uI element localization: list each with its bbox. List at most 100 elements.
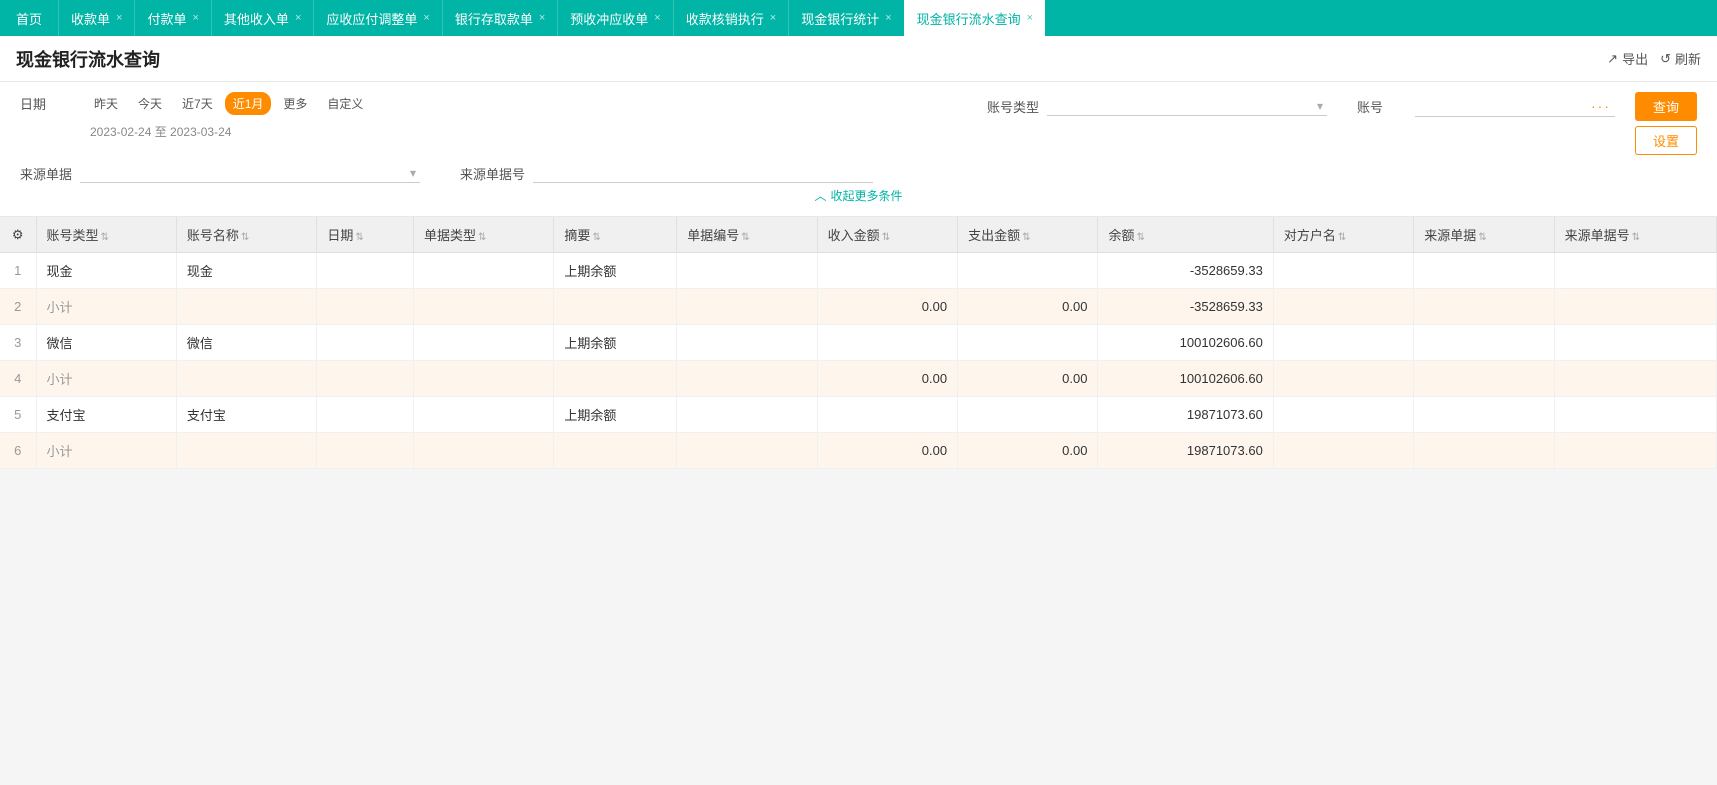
table-row: 2小计0.000.00-3528659.33 — [0, 289, 1717, 325]
sort-icon: ⇅ — [241, 232, 249, 243]
th-counterpart[interactable]: 对方户名⇅ — [1273, 217, 1413, 253]
cell-source_doc_no — [1554, 361, 1716, 397]
cell-account_name — [176, 289, 316, 325]
cell-doc_no — [677, 325, 817, 361]
cell-income — [817, 397, 957, 433]
th-gear[interactable]: ⚙ — [0, 217, 36, 253]
source-doc-select[interactable]: ▾ — [80, 164, 420, 183]
source-doc-no-input[interactable] — [533, 163, 873, 183]
close-icon[interactable]: × — [885, 12, 891, 24]
date-option-近7天[interactable]: 近7天 — [174, 92, 221, 115]
th-summary[interactable]: 摘要⇅ — [554, 217, 677, 253]
cell-doc_no — [677, 397, 817, 433]
settings-button[interactable]: 设置 — [1635, 126, 1697, 155]
header-row: ⚙账号类型⇅账号名称⇅日期⇅单据类型⇅摘要⇅单据编号⇅收入金额⇅支出金额⇅余额⇅… — [0, 217, 1717, 253]
cell-summary — [554, 361, 677, 397]
date-range: 2023-02-24 至 2023-03-24 — [90, 125, 231, 139]
filter-area: 日期昨天今天近7天近1月更多自定义2023-02-24 至 2023-03-24… — [0, 82, 1717, 217]
cell-doc_type — [413, 397, 553, 433]
nav-tab-label: 现金银行统计 — [801, 9, 879, 28]
nav-tab-5[interactable]: 预收冲应收单× — [557, 0, 672, 36]
th-label-account_name: 账号名称 — [187, 228, 239, 243]
nav-tab-7[interactable]: 现金银行统计 × — [788, 0, 903, 36]
th-account_name[interactable]: 账号名称⇅ — [176, 217, 316, 253]
th-expense[interactable]: 支出金额⇅ — [958, 217, 1098, 253]
th-label-counterpart: 对方户名 — [1284, 228, 1336, 243]
close-icon[interactable]: × — [295, 12, 301, 24]
cell-balance: -3528659.33 — [1098, 253, 1273, 289]
cell-doc_type — [413, 253, 553, 289]
close-icon[interactable]: × — [1027, 12, 1033, 24]
cell-source_doc_no — [1554, 433, 1716, 469]
chevron-up-icon: ︿ — [814, 187, 826, 204]
cell-num: 2 — [0, 289, 36, 325]
chevron-down-icon: ▾ — [410, 166, 416, 180]
nav-tab-0[interactable]: 收款单× — [58, 0, 134, 36]
top-navigation: 首页 收款单×付款单×其他收入单×应收应付调整单×银行存取款单×预收冲应收单×收… — [0, 0, 1717, 36]
cell-date — [317, 325, 414, 361]
cell-income: 0.00 — [817, 361, 957, 397]
cell-income: 0.00 — [817, 433, 957, 469]
refresh-label: 刷新 — [1675, 49, 1701, 68]
cell-date — [317, 397, 414, 433]
th-income[interactable]: 收入金额⇅ — [817, 217, 957, 253]
date-option-今天[interactable]: 今天 — [130, 92, 170, 115]
refresh-icon: ↺ — [1660, 51, 1671, 67]
date-option-近1月[interactable]: 近1月 — [225, 92, 272, 115]
close-icon[interactable]: × — [539, 12, 545, 24]
cell-counterpart — [1273, 361, 1413, 397]
th-source_doc[interactable]: 来源单据⇅ — [1414, 217, 1554, 253]
account-no-label: 账号 — [1357, 97, 1407, 116]
nav-tab-8[interactable]: 现金银行流水查询× — [904, 0, 1045, 36]
sort-icon: ⇅ — [1338, 232, 1346, 243]
close-icon[interactable]: × — [654, 12, 660, 24]
cell-summary — [554, 289, 677, 325]
close-icon[interactable]: × — [423, 12, 429, 24]
account-no-input[interactable]: ··· — [1415, 96, 1615, 117]
nav-tab-1[interactable]: 付款单× — [134, 0, 210, 36]
th-doc_no[interactable]: 单据编号⇅ — [677, 217, 817, 253]
collapse-bar[interactable]: ︿收起更多条件 — [20, 183, 1697, 206]
close-icon[interactable]: × — [192, 12, 198, 24]
cell-doc_no — [677, 253, 817, 289]
sort-icon: ⇅ — [101, 232, 109, 243]
date-option-更多[interactable]: 更多 — [275, 92, 315, 115]
th-source_doc_no[interactable]: 来源单据号⇅ — [1554, 217, 1716, 253]
data-table: ⚙账号类型⇅账号名称⇅日期⇅单据类型⇅摘要⇅单据编号⇅收入金额⇅支出金额⇅余额⇅… — [0, 217, 1717, 469]
th-account_type[interactable]: 账号类型⇅ — [36, 217, 176, 253]
nav-home[interactable]: 首页 — [0, 0, 58, 36]
cell-num: 1 — [0, 253, 36, 289]
table-row: 5支付宝支付宝上期余额19871073.60 — [0, 397, 1717, 433]
date-option-昨天[interactable]: 昨天 — [86, 92, 126, 115]
cell-counterpart — [1273, 397, 1413, 433]
cell-doc_type — [413, 289, 553, 325]
th-label-source_doc: 来源单据 — [1424, 228, 1476, 243]
sort-icon: ⇅ — [741, 232, 749, 243]
dots-icon[interactable]: ··· — [1591, 98, 1611, 114]
th-doc_type[interactable]: 单据类型⇅ — [413, 217, 553, 253]
nav-tab-3[interactable]: 应收应付调整单× — [313, 0, 441, 36]
sort-icon: ⇅ — [478, 232, 486, 243]
cell-account_type: 小计 — [36, 289, 176, 325]
account-type-select[interactable]: ▾ — [1047, 97, 1327, 116]
close-icon[interactable]: × — [116, 12, 122, 24]
date-option-自定义[interactable]: 自定义 — [319, 92, 371, 115]
nav-tab-2[interactable]: 其他收入单× — [211, 0, 313, 36]
refresh-button[interactable]: ↺ 刷新 — [1660, 49, 1701, 68]
th-label-date: 日期 — [327, 228, 353, 243]
nav-tab-6[interactable]: 收款核销执行× — [673, 0, 788, 36]
export-label: 导出 — [1622, 49, 1648, 68]
cell-summary — [554, 433, 677, 469]
gear-icon[interactable]: ⚙ — [12, 227, 24, 242]
export-button[interactable]: ↗ 导出 — [1607, 49, 1648, 68]
th-date[interactable]: 日期⇅ — [317, 217, 414, 253]
th-balance[interactable]: 余额⇅ — [1098, 217, 1273, 253]
cell-account_name: 现金 — [176, 253, 316, 289]
th-label-income: 收入金额 — [828, 228, 880, 243]
close-icon[interactable]: × — [770, 12, 776, 24]
cell-source_doc_no — [1554, 253, 1716, 289]
nav-tab-4[interactable]: 银行存取款单× — [442, 0, 557, 36]
cell-source_doc — [1414, 325, 1554, 361]
cell-account_name: 微信 — [176, 325, 316, 361]
query-button[interactable]: 查询 — [1635, 92, 1697, 121]
